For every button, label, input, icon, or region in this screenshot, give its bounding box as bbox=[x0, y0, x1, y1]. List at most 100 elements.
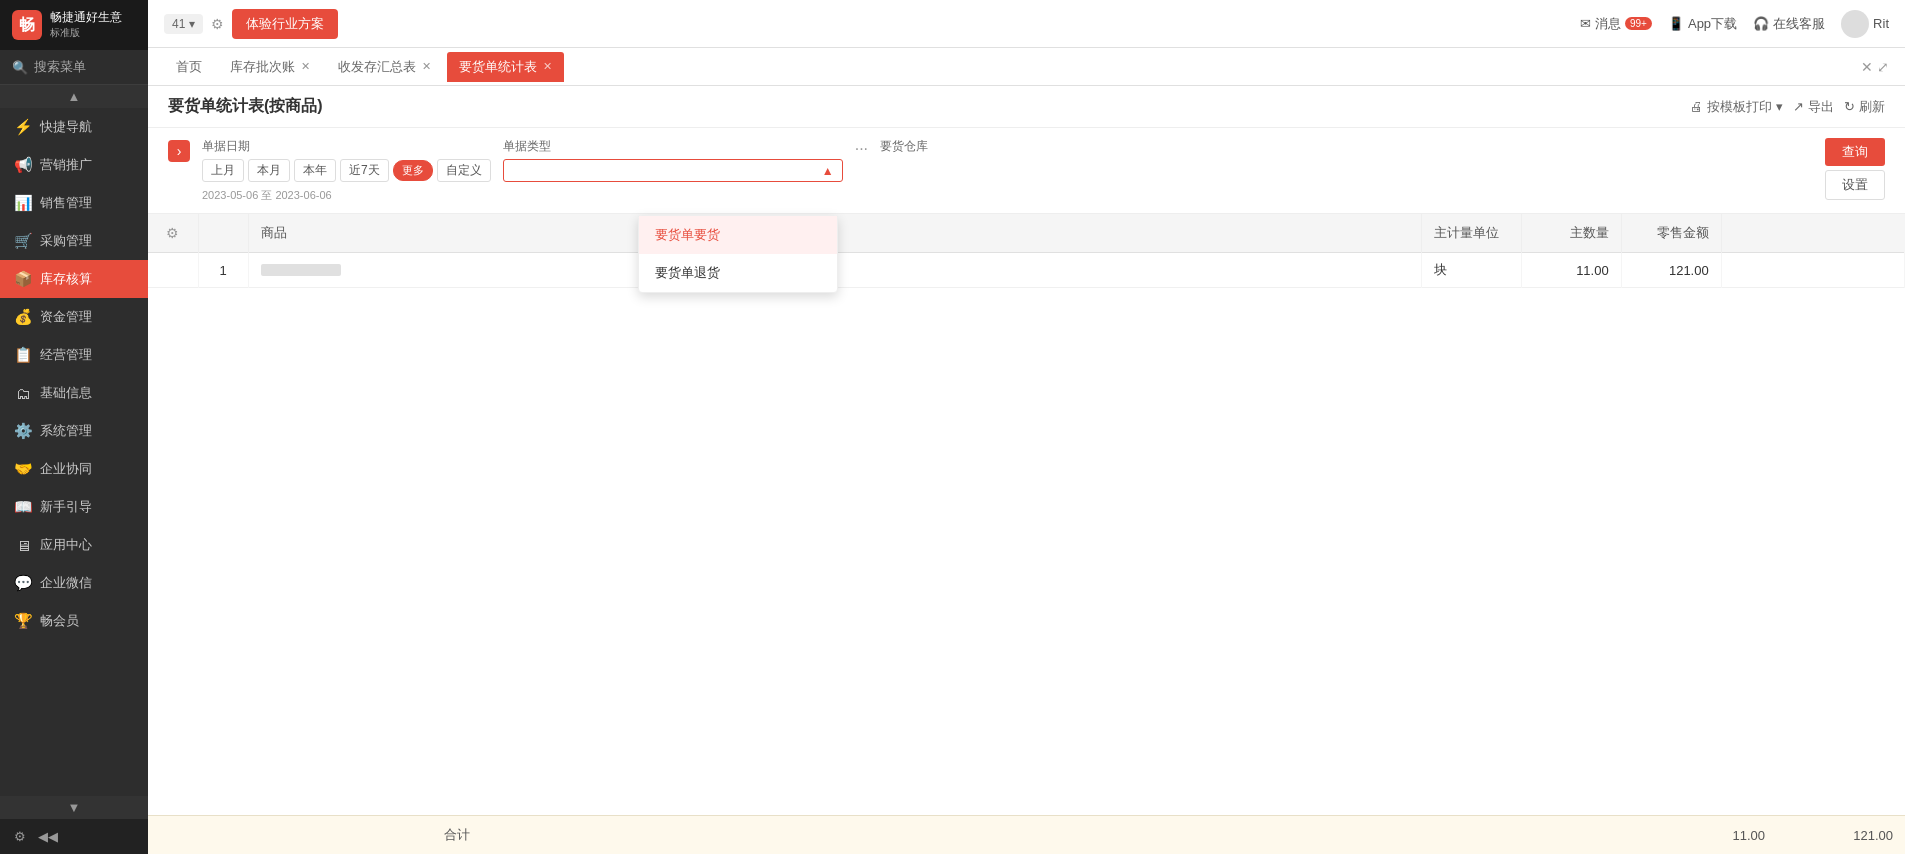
date-filter-btns: 上月 本月 本年 近7天 更多 自定义 bbox=[202, 159, 491, 182]
col-header-seq bbox=[198, 214, 248, 253]
sidebar-item-inventory[interactable]: 📦 库存核算 bbox=[0, 260, 148, 298]
table-container: ⚙ 商品 主计量单位 主数量 零售金额 1 bbox=[148, 214, 1905, 815]
product-placeholder bbox=[261, 264, 341, 276]
type-dropdown-menu: 要货单要货 要货单退货 bbox=[638, 215, 838, 293]
warehouse-filter-label: 要货仓库 bbox=[880, 138, 960, 155]
sidebar-item-operation[interactable]: 📋 经营管理 bbox=[0, 336, 148, 374]
sidebar-item-system[interactable]: ⚙️ 系统管理 bbox=[0, 412, 148, 450]
dropdown-order-goods-label: 要货单要货 bbox=[655, 227, 720, 242]
sidebar-item-app-center[interactable]: 🖥 应用中心 bbox=[0, 526, 148, 564]
sidebar: 畅 畅捷通好生意 标准版 🔍 搜索菜单 ▲ ⚡ 快捷导航 📢 营销推广 📊 销售… bbox=[0, 0, 148, 854]
dropdown-item-order-goods[interactable]: 要货单要货 bbox=[639, 216, 837, 254]
refresh-btn[interactable]: ↻ 刷新 bbox=[1844, 98, 1885, 116]
date-btn-curr[interactable]: 本月 bbox=[248, 159, 290, 182]
sidebar-item-basic[interactable]: 🗂 基础信息 bbox=[0, 374, 148, 412]
app-download-btn[interactable]: 📱 App下载 bbox=[1668, 15, 1737, 33]
tab-home[interactable]: 首页 bbox=[164, 52, 214, 82]
tab-inventory-batch[interactable]: 库存批次账 ✕ bbox=[218, 52, 322, 82]
search-menu[interactable]: 🔍 搜索菜单 bbox=[0, 50, 148, 85]
sidebar-item-quick-nav[interactable]: ⚡ 快捷导航 bbox=[0, 108, 148, 146]
col-header-unit: 主计量单位 bbox=[1421, 214, 1521, 253]
scroll-up[interactable]: ▲ bbox=[0, 85, 148, 108]
date-btn-week7[interactable]: 近7天 bbox=[340, 159, 389, 182]
user-name: Rit bbox=[1873, 16, 1889, 31]
tab-order-summary-close[interactable]: ✕ bbox=[543, 60, 552, 73]
scroll-down[interactable]: ▼ bbox=[0, 796, 148, 819]
service-icon: 🎧 bbox=[1753, 16, 1769, 31]
type-filter-arrow-icon: ▲ bbox=[822, 164, 834, 178]
filter-actions: 查询 设置 bbox=[1825, 138, 1885, 200]
refresh-icon: ↻ bbox=[1844, 99, 1855, 114]
dropdown-item-order-return[interactable]: 要货单退货 bbox=[639, 254, 837, 292]
export-btn[interactable]: ↗ 导出 bbox=[1793, 98, 1834, 116]
system-icon: ⚙️ bbox=[14, 422, 32, 440]
tab-order-summary[interactable]: 要货单统计表 ✕ bbox=[447, 52, 564, 82]
purchase-label: 采购管理 bbox=[40, 232, 92, 250]
row-gear-cell bbox=[148, 253, 198, 288]
tab-receive-summary[interactable]: 收发存汇总表 ✕ bbox=[326, 52, 443, 82]
marketing-icon: 📢 bbox=[14, 156, 32, 174]
row-unit-cell: 块 bbox=[1421, 253, 1521, 288]
sidebar-item-guide[interactable]: 📖 新手引导 bbox=[0, 488, 148, 526]
table-header-row: ⚙ 商品 主计量单位 主数量 零售金额 bbox=[148, 214, 1905, 253]
user-profile-btn[interactable]: Rit bbox=[1841, 10, 1889, 38]
type-filter-input[interactable]: ▲ bbox=[503, 159, 843, 182]
sidebar-item-members[interactable]: 🏆 畅会员 bbox=[0, 602, 148, 640]
setting-btn[interactable]: 设置 bbox=[1825, 170, 1885, 200]
date-range-display: 2023-05-06 至 2023-06-06 bbox=[202, 188, 491, 203]
message-icon: ✉ bbox=[1580, 16, 1591, 31]
date-btn-year[interactable]: 本年 bbox=[294, 159, 336, 182]
print-dropdown-icon: ▾ bbox=[1776, 99, 1783, 114]
table-footer: 合计 11.00 121.00 bbox=[148, 815, 1905, 854]
date-btn-more[interactable]: 更多 bbox=[393, 160, 433, 181]
inventory-label: 库存核算 bbox=[40, 270, 92, 288]
dropdown-order-return-label: 要货单退货 bbox=[655, 265, 720, 280]
app-center-label: 应用中心 bbox=[40, 536, 92, 554]
messages-btn[interactable]: ✉ 消息 99+ bbox=[1580, 15, 1652, 33]
collapse-icon[interactable]: ◀◀ bbox=[38, 829, 58, 844]
logo-icon: 畅 bbox=[12, 10, 42, 40]
date-btn-custom[interactable]: 自定义 bbox=[437, 159, 491, 182]
app-logo: 畅 畅捷通好生意 标准版 bbox=[0, 0, 148, 50]
tab-inventory-batch-close[interactable]: ✕ bbox=[301, 60, 310, 73]
basic-icon: 🗂 bbox=[14, 385, 32, 402]
tab-receive-summary-close[interactable]: ✕ bbox=[422, 60, 431, 73]
topbar-gear-icon[interactable]: ⚙ bbox=[211, 16, 224, 32]
row-extra-cell bbox=[1721, 253, 1904, 288]
type-filter-group: 单据类型 ▲ bbox=[503, 138, 843, 182]
query-btn[interactable]: 查询 bbox=[1825, 138, 1885, 166]
date-filter-group: 单据日期 上月 本月 本年 近7天 更多 自定义 2023-05-06 至 20… bbox=[202, 138, 491, 203]
date-filter-label: 单据日期 bbox=[202, 138, 491, 155]
search-icon: 🔍 bbox=[12, 60, 28, 75]
sidebar-item-enterprise[interactable]: 🤝 企业协同 bbox=[0, 450, 148, 488]
online-service-btn[interactable]: 🎧 在线客服 bbox=[1753, 15, 1825, 33]
guide-icon: 📖 bbox=[14, 498, 32, 516]
date-btn-prev[interactable]: 上月 bbox=[202, 159, 244, 182]
tab-expand-icon[interactable]: ⤢ bbox=[1877, 59, 1889, 75]
tab-receive-summary-label: 收发存汇总表 bbox=[338, 58, 416, 76]
sidebar-item-marketing[interactable]: 📢 营销推广 bbox=[0, 146, 148, 184]
settings-icon[interactable]: ⚙ bbox=[14, 829, 26, 844]
table-gear-icon[interactable]: ⚙ bbox=[166, 225, 179, 241]
tabs-bar: 首页 库存批次账 ✕ 收发存汇总表 ✕ 要货单统计表 ✕ ✕ ⤢ bbox=[148, 48, 1905, 86]
tab-close-all-icon[interactable]: ✕ bbox=[1861, 59, 1873, 75]
print-template-label: 按模板打印 bbox=[1707, 98, 1772, 116]
version-dropdown-icon: ▾ bbox=[189, 17, 195, 31]
wechat-icon: 💬 bbox=[14, 574, 32, 592]
col-header-amount: 零售金额 bbox=[1621, 214, 1721, 253]
type-filter-value bbox=[512, 163, 516, 178]
print-template-btn[interactable]: 🖨 按模板打印 ▾ bbox=[1690, 98, 1783, 116]
marketing-label: 营销推广 bbox=[40, 156, 92, 174]
trial-btn[interactable]: 体验行业方案 bbox=[232, 9, 338, 39]
table-body: 1 块 11.00 121.00 bbox=[148, 253, 1905, 288]
sidebar-item-finance[interactable]: 💰 资金管理 bbox=[0, 298, 148, 336]
more-filter-icon[interactable]: ··· bbox=[855, 140, 868, 158]
sidebar-item-purchase[interactable]: 🛒 采购管理 bbox=[0, 222, 148, 260]
sidebar-item-wechat[interactable]: 💬 企业微信 bbox=[0, 564, 148, 602]
version-selector[interactable]: 41 ▾ bbox=[164, 14, 203, 34]
sidebar-item-sales[interactable]: 📊 销售管理 bbox=[0, 184, 148, 222]
filter-expand-btn[interactable]: › bbox=[168, 140, 190, 162]
page-content: 要货单统计表(按商品) 🖨 按模板打印 ▾ ↗ 导出 ↻ 刷新 › bbox=[148, 86, 1905, 854]
inventory-icon: 📦 bbox=[14, 270, 32, 288]
col-header-gear[interactable]: ⚙ bbox=[148, 214, 198, 253]
